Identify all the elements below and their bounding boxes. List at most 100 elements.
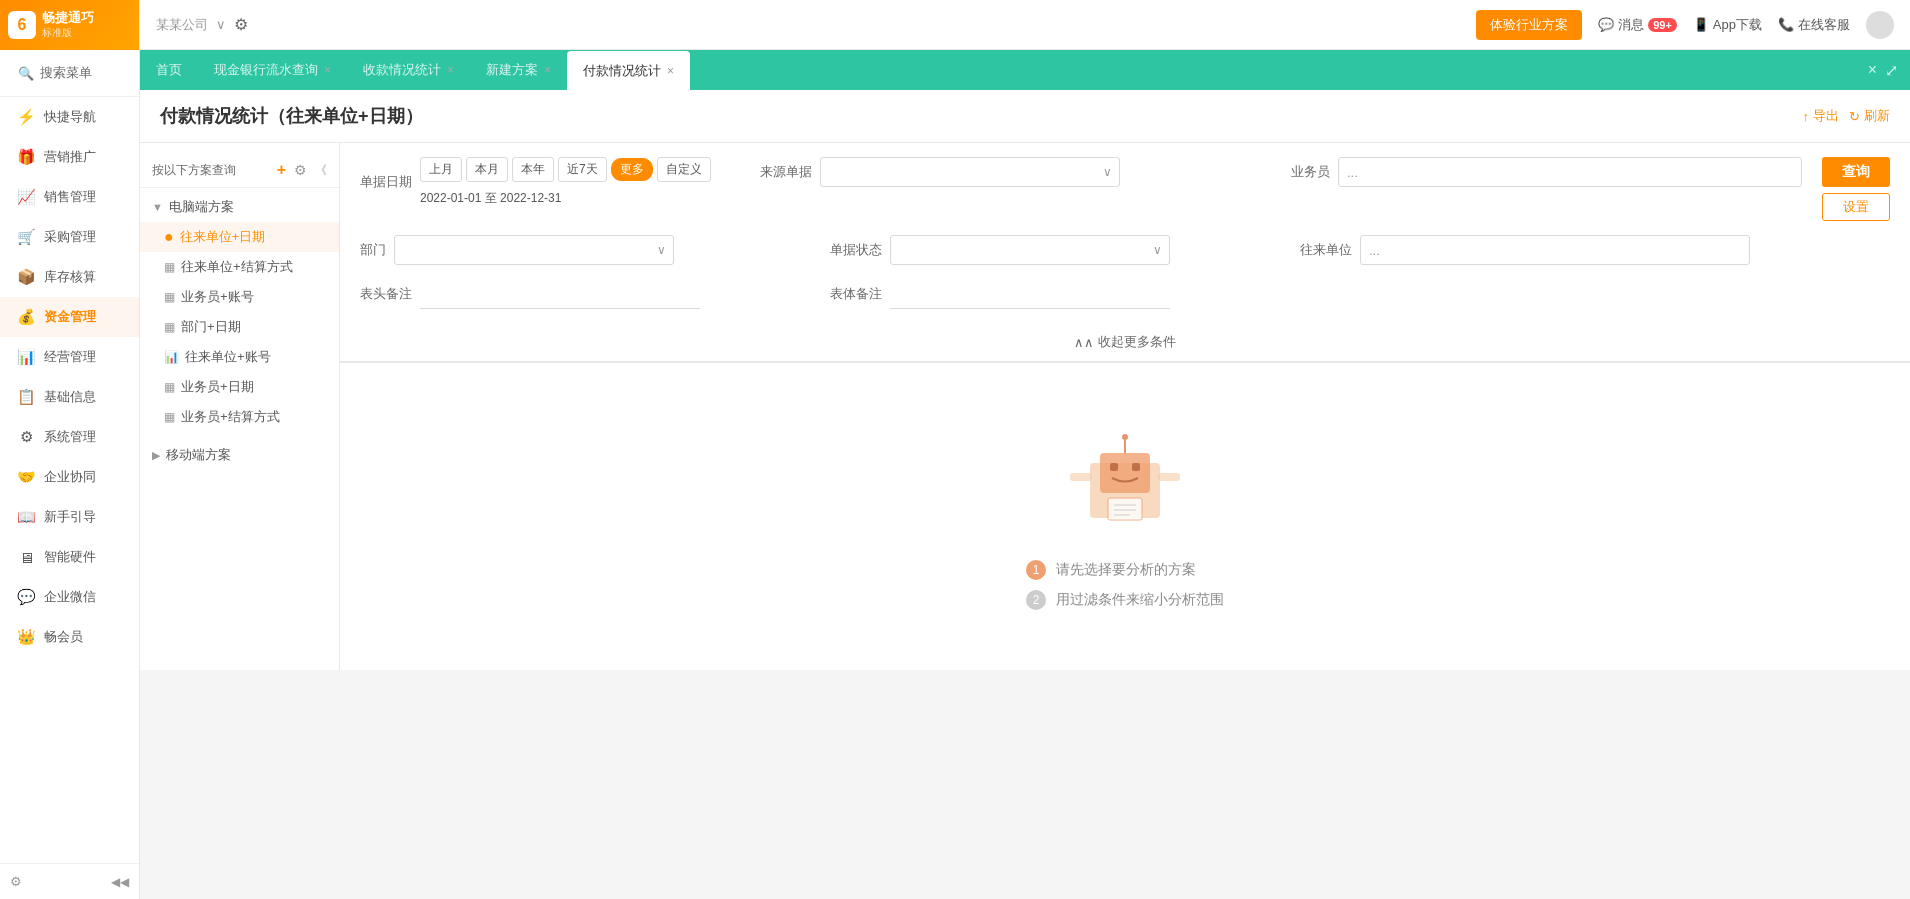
tab-payments-label: 付款情况统计	[583, 62, 661, 80]
left-panel: 按以下方案查询 + ⚙ 《 ▼ 电脑端方案 ●	[140, 143, 340, 670]
date-btn-custom[interactable]: 自定义	[657, 157, 711, 182]
counterparty-ellipsis: ...	[1369, 243, 1380, 258]
page-title: 付款情况统计（往来单位+日期）	[160, 104, 423, 128]
quick-nav-icon: ⚡	[16, 107, 36, 127]
sidebar-search-section: 🔍 搜索菜单	[0, 50, 139, 97]
sidebar-item-basic-info[interactable]: 📋 基础信息	[0, 377, 139, 417]
collapse-bar: ∧∧ 收起更多条件	[340, 323, 1910, 362]
date-btn-this-month[interactable]: 本月	[466, 157, 508, 182]
panel-toolbar: 按以下方案查询 + ⚙ 《	[140, 153, 339, 188]
tree-item-counterparty-settle[interactable]: ▦ 往来单位+结算方式	[140, 252, 339, 282]
tree-item-counterparty-account[interactable]: 📊 往来单位+账号	[140, 342, 339, 372]
tab-fullscreen-icon[interactable]: ⤢	[1885, 61, 1898, 80]
svg-rect-8	[1108, 498, 1142, 520]
sidebar-item-label: 系统管理	[44, 428, 96, 446]
tab-receipts[interactable]: 收款情况统计 ×	[347, 50, 470, 90]
step2-num: 2	[1026, 590, 1046, 610]
top-bar-right: 体验行业方案 💬 消息 99+ 📱 App下载 📞 在线客服	[1476, 10, 1894, 40]
dropdown-arrow-icon[interactable]: ∨	[216, 17, 226, 32]
sidebar-item-finance[interactable]: 💰 资金管理	[0, 297, 139, 337]
sidebar-item-label: 快捷导航	[44, 108, 96, 126]
sales-icon: 📈	[16, 187, 36, 207]
refresh-btn[interactable]: ↻ 刷新	[1849, 107, 1890, 125]
app-download-btn[interactable]: 📱 App下载	[1693, 16, 1762, 34]
date-btn-7days[interactable]: 近7天	[558, 157, 607, 182]
svg-rect-2	[1110, 463, 1118, 471]
tab-cashflow[interactable]: 现金银行流水查询 ×	[198, 50, 347, 90]
tree-item-counterparty-date[interactable]: ● 往来单位+日期	[140, 222, 339, 252]
date-btn-this-year[interactable]: 本年	[512, 157, 554, 182]
tree-expand-icon: ▼	[152, 201, 163, 213]
tab-payments[interactable]: 付款情况统计 ×	[567, 51, 690, 91]
industry-btn[interactable]: 体验行业方案	[1476, 10, 1582, 40]
date-btn-last-month[interactable]: 上月	[420, 157, 462, 182]
tab-cashflow-close-icon[interactable]: ×	[324, 63, 331, 77]
bill-status-label: 单据状态	[830, 241, 882, 259]
app-download-label: App下载	[1713, 16, 1762, 34]
export-btn[interactable]: ↑ 导出	[1803, 107, 1840, 125]
sidebar-item-operation[interactable]: 📊 经营管理	[0, 337, 139, 377]
tab-bar-actions: × ⤢	[1868, 61, 1910, 80]
user-avatar[interactable]	[1866, 11, 1894, 39]
header-note-input[interactable]	[420, 279, 700, 309]
sidebar-item-purchase[interactable]: 🛒 采购管理	[0, 217, 139, 257]
right-panel: 单据日期 上月 本月 本年 近7天 更多 自定义	[340, 143, 1910, 670]
tree-item-salesperson-settle[interactable]: ▦ 业务员+结算方式	[140, 402, 339, 432]
tab-new-plan[interactable]: 新建方案 ×	[470, 50, 567, 90]
search-menu-item[interactable]: 🔍 搜索菜单	[10, 58, 129, 88]
guide-icon: 📖	[16, 507, 36, 527]
footer-settings-icon[interactable]: ⚙	[10, 874, 22, 889]
footer-collapse-icon[interactable]: ◀◀	[111, 875, 129, 889]
sidebar-item-label: 畅会员	[44, 628, 83, 646]
tab-new-plan-close-icon[interactable]: ×	[544, 63, 551, 77]
sidebar-item-label: 库存核算	[44, 268, 96, 286]
counterparty-input[interactable]: ...	[1360, 235, 1750, 265]
sidebar-item-label: 资金管理	[44, 308, 96, 326]
sidebar-item-marketing[interactable]: 🎁 营销推广	[0, 137, 139, 177]
header-note-label: 表头备注	[360, 285, 412, 303]
sidebar-item-system[interactable]: ⚙ 系统管理	[0, 417, 139, 457]
date-label: 单据日期	[360, 173, 412, 191]
bill-status-select-arrow: ∨	[1153, 243, 1162, 257]
source-bill-select[interactable]: ∨	[820, 157, 1120, 187]
sidebar-item-label: 营销推广	[44, 148, 96, 166]
content-wrapper: 按以下方案查询 + ⚙ 《 ▼ 电脑端方案 ●	[140, 143, 1910, 670]
sidebar-item-guide[interactable]: 📖 新手引导	[0, 497, 139, 537]
dept-select[interactable]: ∨	[394, 235, 674, 265]
messages-btn[interactable]: 💬 消息 99+	[1598, 16, 1677, 34]
sidebar-item-label: 企业微信	[44, 588, 96, 606]
body-note-input[interactable]	[890, 279, 1170, 309]
bill-status-select[interactable]: ∨	[890, 235, 1170, 265]
tree-item-salesperson-account[interactable]: ▦ 业务员+账号	[140, 282, 339, 312]
collapse-btn[interactable]: ∧∧ 收起更多条件	[1074, 333, 1176, 351]
sidebar-item-label: 销售管理	[44, 188, 96, 206]
tree-mobile-header[interactable]: ▶ 移动端方案	[140, 440, 339, 470]
tab-close-all-icon[interactable]: ×	[1868, 61, 1877, 79]
tab-home[interactable]: 首页	[140, 50, 198, 90]
salesperson-input[interactable]: ...	[1338, 157, 1802, 187]
query-btn[interactable]: 查询	[1822, 157, 1890, 187]
sidebar-item-collab[interactable]: 🤝 企业协同	[0, 457, 139, 497]
setting-btn[interactable]: 设置	[1822, 193, 1890, 221]
tab-payments-close-icon[interactable]: ×	[667, 64, 674, 78]
date-btn-more[interactable]: 更多	[611, 158, 653, 181]
online-service-btn[interactable]: 📞 在线客服	[1778, 16, 1850, 34]
sidebar-item-sales[interactable]: 📈 销售管理	[0, 177, 139, 217]
ellipsis-value: ...	[1347, 165, 1358, 180]
tree-item-label: 部门+日期	[181, 318, 241, 336]
sidebar-item-hardware[interactable]: 🖥 智能硬件	[0, 537, 139, 577]
tree-item-salesperson-date[interactable]: ▦ 业务员+日期	[140, 372, 339, 402]
add-plan-icon[interactable]: +	[277, 161, 286, 179]
sidebar-item-inventory[interactable]: 📦 库存核算	[0, 257, 139, 297]
tree-item-dept-date[interactable]: ▦ 部门+日期	[140, 312, 339, 342]
settings-gear-icon[interactable]: ⚙	[234, 15, 248, 34]
collapse-panel-icon[interactable]: 《	[315, 162, 327, 179]
plan-settings-icon[interactable]: ⚙	[294, 162, 307, 178]
tab-receipts-close-icon[interactable]: ×	[447, 63, 454, 77]
tree-desktop-header[interactable]: ▼ 电脑端方案	[140, 192, 339, 222]
counterparty-label: 往来单位	[1300, 241, 1352, 259]
tree-item-label: 往来单位+结算方式	[181, 258, 293, 276]
sidebar-item-quick-nav[interactable]: ⚡ 快捷导航	[0, 97, 139, 137]
sidebar-item-member[interactable]: 👑 畅会员	[0, 617, 139, 657]
sidebar-item-weixin[interactable]: 💬 企业微信	[0, 577, 139, 617]
